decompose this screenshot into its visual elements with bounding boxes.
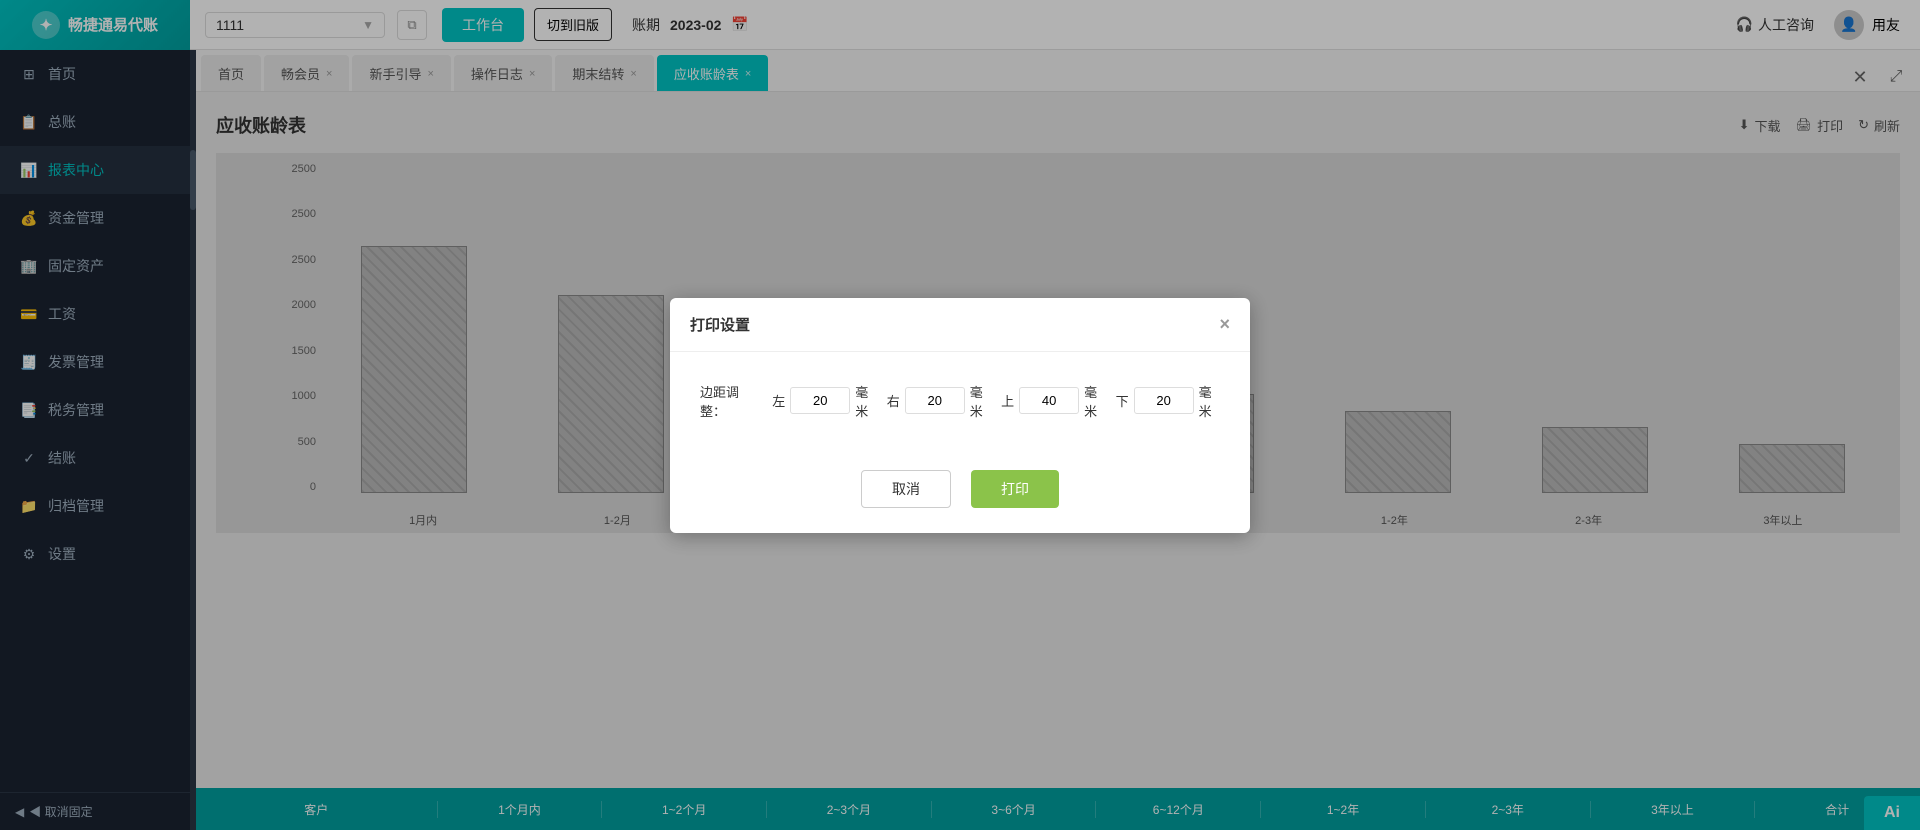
bottom-dir-label: 下: [1116, 391, 1129, 410]
top-unit: 毫米: [1084, 382, 1105, 420]
right-dir-label: 右: [887, 391, 900, 410]
modal-footer: 取消 打印: [670, 460, 1250, 533]
margin-right-input[interactable]: [905, 387, 965, 414]
left-dir-label: 左: [772, 391, 785, 410]
margin-bottom-group: 下 毫米: [1116, 382, 1220, 420]
modal-body: 边距调整： 左 毫米 右 毫米 上 毫米 下: [670, 352, 1250, 460]
modal-overlay: 打印设置 × 边距调整： 左 毫米 右 毫米 上 毫米: [0, 0, 1920, 830]
modal-header: 打印设置 ×: [670, 298, 1250, 352]
margin-left-input[interactable]: [790, 387, 850, 414]
margin-top-input[interactable]: [1019, 387, 1079, 414]
modal-close-button[interactable]: ×: [1219, 315, 1230, 333]
print-settings-modal: 打印设置 × 边距调整： 左 毫米 右 毫米 上 毫米: [670, 298, 1250, 533]
margin-row: 边距调整： 左 毫米 右 毫米 上 毫米 下: [700, 382, 1220, 420]
cancel-button[interactable]: 取消: [861, 470, 951, 508]
modal-title: 打印设置: [690, 314, 750, 335]
margin-left-group: 左 毫米: [772, 382, 876, 420]
left-unit: 毫米: [855, 382, 876, 420]
print-confirm-button[interactable]: 打印: [971, 470, 1059, 508]
right-unit: 毫米: [970, 382, 991, 420]
margin-bottom-input[interactable]: [1134, 387, 1194, 414]
margin-right-group: 右 毫米: [887, 382, 991, 420]
margin-label: 边距调整：: [700, 382, 762, 420]
top-dir-label: 上: [1001, 391, 1014, 410]
bottom-unit: 毫米: [1199, 382, 1220, 420]
margin-top-group: 上 毫米: [1001, 382, 1105, 420]
